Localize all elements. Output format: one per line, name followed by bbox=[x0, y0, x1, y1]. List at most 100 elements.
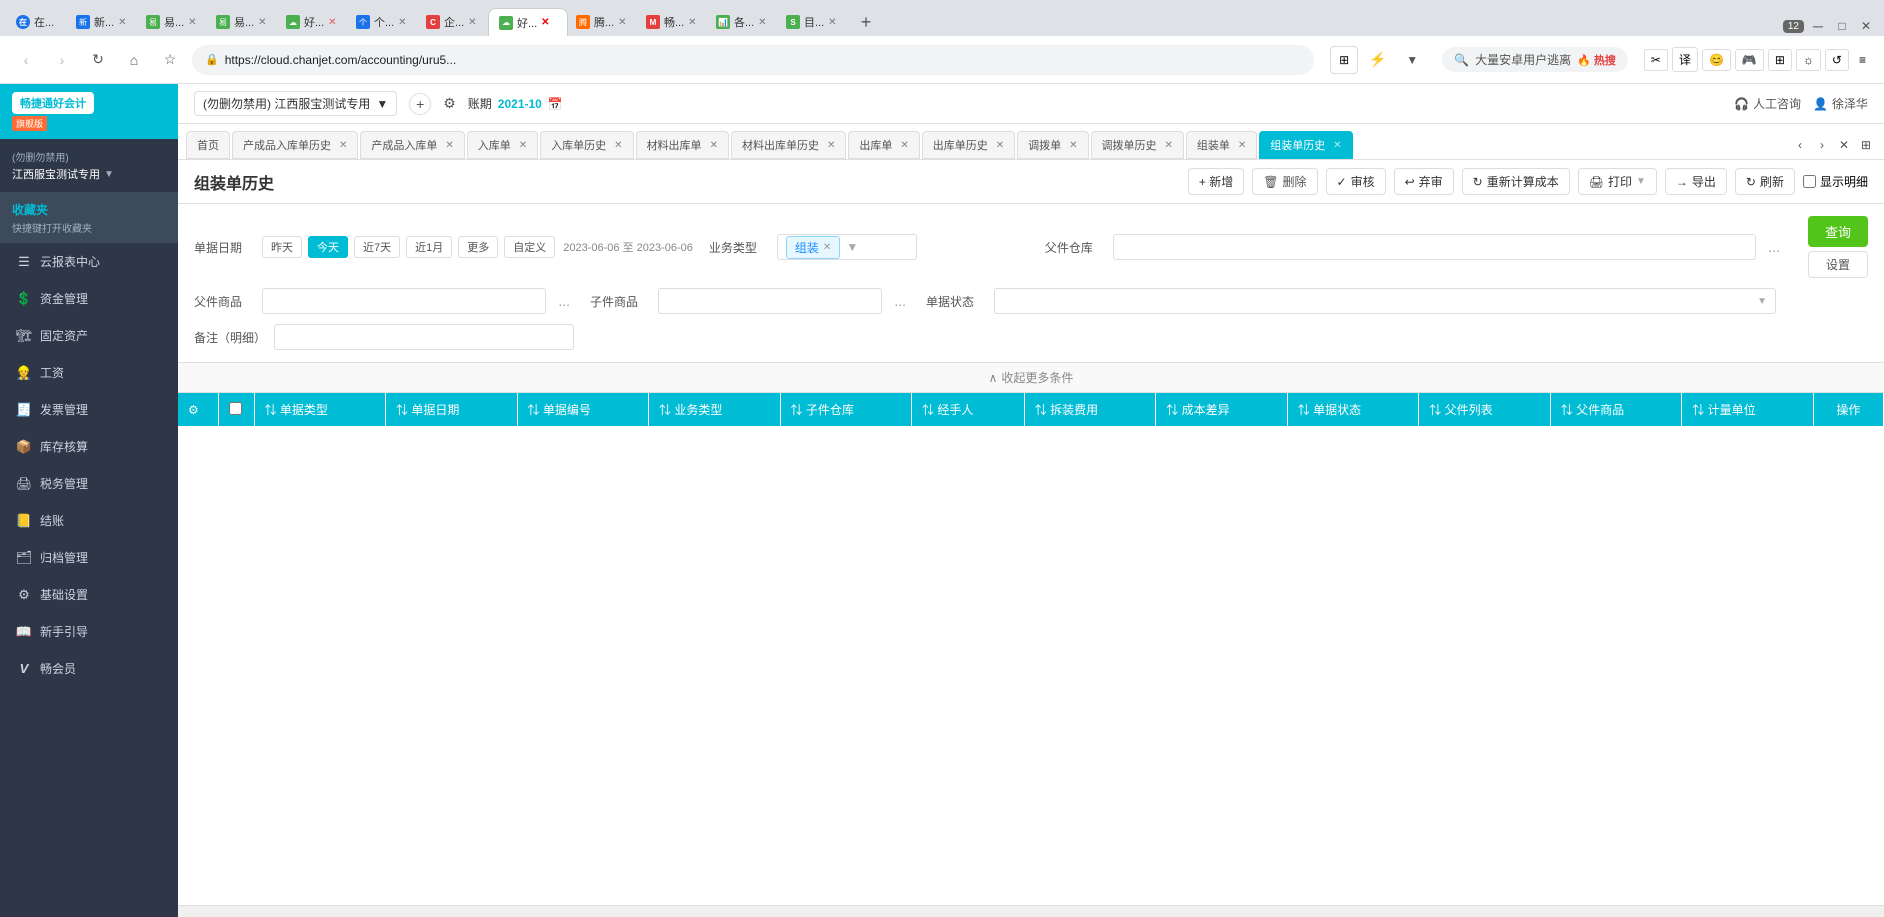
menu-tool[interactable]: ≡ bbox=[1853, 50, 1872, 70]
parent-goods-input[interactable] bbox=[262, 288, 546, 314]
add-button[interactable]: + 新增 bbox=[1188, 168, 1244, 195]
refresh-data-button[interactable]: ↻ 刷新 bbox=[1735, 168, 1795, 195]
emoji-tool[interactable]: 😊 bbox=[1702, 49, 1731, 71]
browser-tab-6[interactable]: C 企... ✕ bbox=[418, 8, 488, 36]
child-goods-more[interactable]: ... bbox=[890, 293, 910, 309]
close-transfer[interactable]: ✕ bbox=[1069, 140, 1077, 151]
page-tab-out-history[interactable]: 出库单历史 ✕ bbox=[922, 131, 1015, 159]
brightness-tool[interactable]: ☼ bbox=[1796, 49, 1821, 71]
close-out[interactable]: ✕ bbox=[900, 140, 908, 151]
close-transfer-history[interactable]: ✕ bbox=[1165, 140, 1173, 151]
tab-close-6[interactable]: ✕ bbox=[468, 17, 476, 28]
page-tab-in-history[interactable]: 入库单历史 ✕ bbox=[540, 131, 633, 159]
tab-close-11[interactable]: ✕ bbox=[828, 17, 836, 28]
tab-close-3[interactable]: ✕ bbox=[258, 17, 266, 28]
page-tab-material-out[interactable]: 材料出库单 ✕ bbox=[636, 131, 729, 159]
browser-tab-7[interactable]: ☁ 好... ✕ bbox=[488, 8, 568, 36]
remarks-input[interactable] bbox=[274, 324, 574, 350]
game-tool[interactable]: 🎮 bbox=[1735, 49, 1764, 71]
sidebar-item-archive[interactable]: 🗂 归档管理 bbox=[0, 539, 178, 576]
close-material-out[interactable]: ✕ bbox=[710, 140, 718, 151]
page-tab-home[interactable]: 首页 bbox=[186, 131, 230, 159]
page-tab-produce-in[interactable]: 产成品入库单 ✕ bbox=[360, 131, 464, 159]
close-material-out-history[interactable]: ✕ bbox=[827, 140, 835, 151]
parent-warehouse-more[interactable]: ... bbox=[1764, 239, 1784, 255]
7days-btn[interactable]: 近7天 bbox=[354, 236, 400, 258]
th-checkbox[interactable] bbox=[218, 393, 254, 426]
sidebar-item-inventory[interactable]: 📦 库存核算 bbox=[0, 428, 178, 465]
show-detail-checkbox-label[interactable]: 显示明细 bbox=[1803, 173, 1868, 190]
browser-tab-1[interactable]: 新 新... ✕ bbox=[68, 8, 138, 36]
browser-tab-10[interactable]: 📊 各... ✕ bbox=[708, 8, 778, 36]
home-button[interactable]: ⌂ bbox=[120, 46, 148, 74]
url-bar[interactable]: 🔒 https://cloud.chanjet.com/accounting/u… bbox=[192, 45, 1314, 75]
tab-close-all[interactable]: ✕ bbox=[1834, 131, 1854, 159]
close-produce-in-history[interactable]: ✕ bbox=[339, 140, 347, 151]
biz-type-tag-remove[interactable]: ✕ bbox=[823, 242, 831, 253]
filter-settings-button[interactable]: 设置 bbox=[1808, 251, 1868, 278]
undo-tool[interactable]: ↺ bbox=[1825, 49, 1849, 71]
layout-tool[interactable]: ⊞ bbox=[1768, 49, 1792, 71]
page-tab-in[interactable]: 入库单 ✕ bbox=[467, 131, 538, 159]
consultant-btn[interactable]: 🎧 人工咨询 bbox=[1734, 95, 1801, 112]
lightning-icon[interactable]: ⚡ bbox=[1364, 46, 1392, 74]
page-tab-transfer[interactable]: 调拨单 ✕ bbox=[1017, 131, 1088, 159]
page-tab-material-out-history[interactable]: 材料出库单历史 ✕ bbox=[731, 131, 846, 159]
tab-close-2[interactable]: ✕ bbox=[188, 17, 196, 28]
page-tab-assembly[interactable]: 组装单 ✕ bbox=[1186, 131, 1257, 159]
browser-tab-5[interactable]: 个 个... ✕ bbox=[348, 8, 418, 36]
biz-type-dropdown[interactable]: ▼ bbox=[846, 240, 858, 254]
browser-tab-8[interactable]: 腾 腾... ✕ bbox=[568, 8, 638, 36]
sidebar-item-tax[interactable]: 🖨 税务管理 bbox=[0, 465, 178, 502]
parent-warehouse-input[interactable] bbox=[1113, 234, 1756, 260]
sidebar-item-invoice[interactable]: 🧾 发票管理 bbox=[0, 391, 178, 428]
today-btn[interactable]: 今天 bbox=[308, 236, 348, 258]
scissors-tool[interactable]: ✂ bbox=[1644, 49, 1668, 71]
sidebar-item-reports[interactable]: ☰ 云报表中心 bbox=[0, 243, 178, 280]
tab-close-4[interactable]: ✕ bbox=[328, 17, 336, 28]
bookmarks-subtitle[interactable]: 快捷键打开收藏夹 bbox=[12, 220, 166, 235]
tab-scroll-right[interactable]: › bbox=[1812, 131, 1832, 159]
sidebar-item-member[interactable]: V 畅会员 bbox=[0, 650, 178, 687]
settings-gear-btn[interactable]: ⚙ bbox=[443, 95, 456, 112]
browser-tab-11[interactable]: S 目... ✕ bbox=[778, 8, 848, 36]
horizontal-scrollbar[interactable] bbox=[178, 905, 1884, 917]
sidebar-item-assets[interactable]: 🏗 固定资产 bbox=[0, 317, 178, 354]
close-produce-in[interactable]: ✕ bbox=[445, 140, 453, 151]
tab-close-10[interactable]: ✕ bbox=[758, 17, 766, 28]
bookmark-button[interactable]: ☆ bbox=[156, 46, 184, 74]
yesterday-btn[interactable]: 昨天 bbox=[262, 236, 302, 258]
close-in[interactable]: ✕ bbox=[519, 140, 527, 151]
page-tab-produce-in-history[interactable]: 产成品入库单历史 ✕ bbox=[232, 131, 358, 159]
browser-tab-9[interactable]: M 畅... ✕ bbox=[638, 8, 708, 36]
parent-goods-more[interactable]: ... bbox=[554, 293, 574, 309]
tab-close-1[interactable]: ✕ bbox=[118, 17, 126, 28]
add-company-btn[interactable]: + bbox=[409, 93, 431, 115]
close-assembly-history[interactable]: ✕ bbox=[1333, 140, 1341, 151]
page-tab-assembly-history[interactable]: 组装单历史 ✕ bbox=[1259, 131, 1352, 159]
close-in-history[interactable]: ✕ bbox=[614, 140, 622, 151]
th-settings[interactable]: ⚙ bbox=[178, 393, 218, 426]
company-selector[interactable]: (勿删勿禁用) 江西服宝测试专用 ▼ bbox=[194, 91, 397, 116]
tab-close-7[interactable]: ✕ bbox=[541, 17, 549, 28]
sidebar-item-salary[interactable]: 👷 工资 bbox=[0, 354, 178, 391]
print-dropdown[interactable]: ▼ bbox=[1636, 176, 1646, 187]
translate-tool[interactable]: 译 bbox=[1672, 47, 1698, 72]
export-button[interactable]: → 导出 bbox=[1665, 168, 1727, 195]
refresh-button[interactable]: ↻ bbox=[84, 46, 112, 74]
window-maximize[interactable]: □ bbox=[1832, 18, 1852, 34]
child-goods-input[interactable] bbox=[658, 288, 882, 314]
window-minimize[interactable]: ─ bbox=[1808, 18, 1828, 34]
new-tab-button[interactable]: + bbox=[852, 8, 880, 36]
forward-button[interactable]: › bbox=[48, 46, 76, 74]
back-button[interactable]: ‹ bbox=[12, 46, 40, 74]
unaudit-button[interactable]: ↩ 弃审 bbox=[1394, 168, 1454, 195]
grid-icon[interactable]: ⊞ bbox=[1330, 46, 1358, 74]
show-detail-checkbox[interactable] bbox=[1803, 175, 1816, 188]
sidebar-item-checkout[interactable]: 📒 结账 bbox=[0, 502, 178, 539]
more-date-btn[interactable]: 更多 bbox=[458, 236, 498, 258]
sidebar-item-settings[interactable]: ⚙ 基础设置 bbox=[0, 576, 178, 613]
tab-menu[interactable]: ⊞ bbox=[1856, 131, 1876, 159]
page-tab-out[interactable]: 出库单 ✕ bbox=[848, 131, 919, 159]
search-bar[interactable]: 🔍 大量安卓用户逃离 🔥 热搜 bbox=[1442, 47, 1628, 72]
